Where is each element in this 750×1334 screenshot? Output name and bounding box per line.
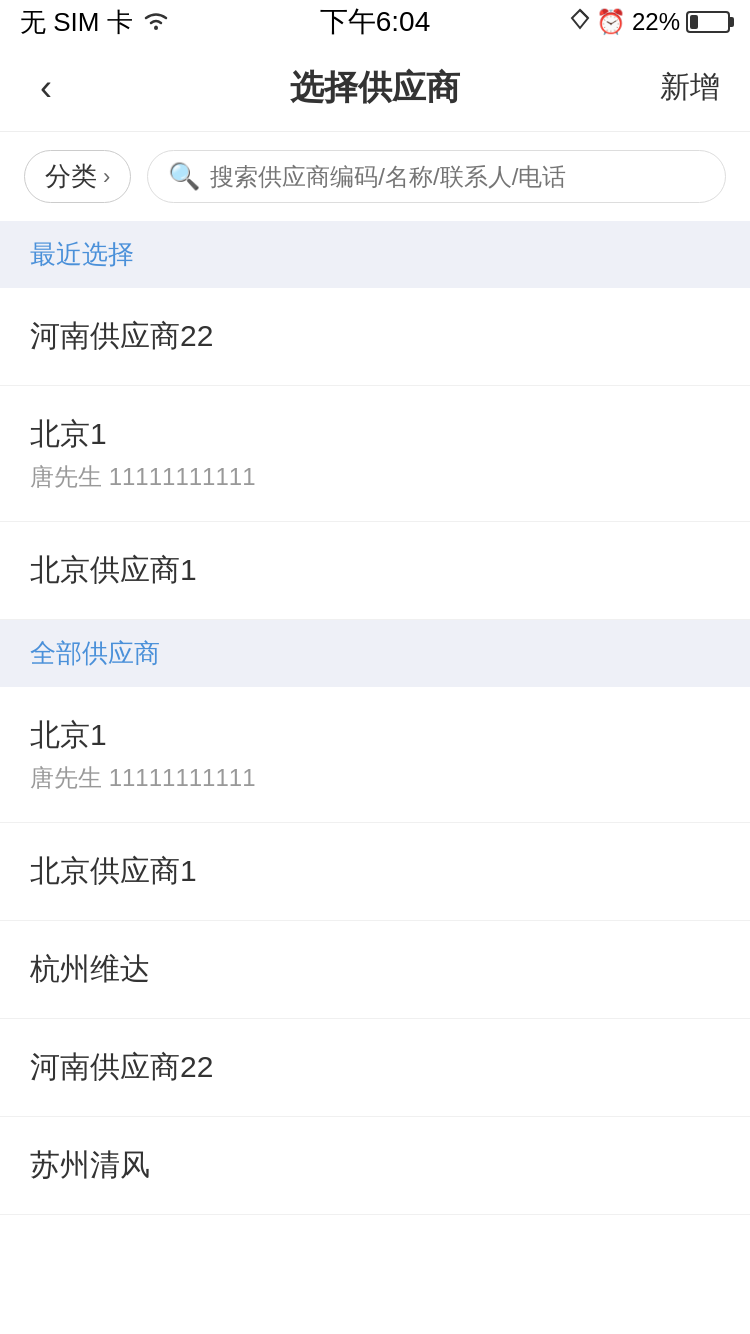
recent-list: 河南供应商22 北京1 唐先生 11111111111 北京供应商1 [0, 288, 750, 620]
search-input[interactable] [210, 163, 705, 191]
item-name: 杭州维达 [30, 949, 720, 990]
carrier-text: 无 SIM 卡 [20, 5, 133, 40]
list-item[interactable]: 杭州维达 [0, 921, 750, 1019]
list-item[interactable]: 河南供应商22 [0, 288, 750, 386]
list-item[interactable]: 北京1 唐先生 11111111111 [0, 386, 750, 522]
chevron-right-icon: › [103, 164, 110, 190]
item-sub: 唐先生 11111111111 [30, 461, 720, 493]
search-icon: 🔍 [168, 161, 200, 192]
item-name: 河南供应商22 [30, 1047, 720, 1088]
list-item[interactable]: 苏州清风 [0, 1117, 750, 1215]
category-button[interactable]: 分类 › [24, 150, 131, 203]
status-right: ⏰ 22% [570, 8, 730, 36]
page-title: 选择供应商 [290, 65, 460, 111]
location-icon [570, 8, 590, 36]
item-name: 苏州清风 [30, 1145, 720, 1186]
item-name: 河南供应商22 [30, 316, 720, 357]
status-time: 下午6:04 [320, 3, 431, 41]
all-section-header: 全部供应商 [0, 620, 750, 687]
list-item[interactable]: 北京供应商1 [0, 522, 750, 620]
recent-section-header: 最近选择 [0, 221, 750, 288]
item-name: 北京1 [30, 715, 720, 756]
wifi-icon [141, 7, 171, 38]
status-left: 无 SIM 卡 [20, 5, 171, 40]
list-item[interactable]: 河南供应商22 [0, 1019, 750, 1117]
battery-icon [686, 11, 730, 33]
list-item[interactable]: 北京供应商1 [0, 823, 750, 921]
back-button[interactable]: ‹ [30, 57, 62, 119]
nav-bar: ‹ 选择供应商 新增 [0, 44, 750, 132]
alarm-icon: ⏰ [596, 8, 626, 36]
all-section-title: 全部供应商 [30, 638, 160, 668]
recent-section-title: 最近选择 [30, 239, 134, 269]
search-box: 🔍 [147, 150, 726, 203]
filter-bar: 分类 › 🔍 [0, 132, 750, 221]
all-list: 北京1 唐先生 11111111111 北京供应商1 杭州维达 河南供应商22 … [0, 687, 750, 1215]
item-sub: 唐先生 11111111111 [30, 762, 720, 794]
item-name: 北京供应商1 [30, 851, 720, 892]
svg-point-0 [154, 26, 158, 30]
status-bar: 无 SIM 卡 下午6:04 ⏰ 22% [0, 0, 750, 44]
battery-percent: 22% [632, 8, 680, 36]
item-name: 北京1 [30, 414, 720, 455]
list-item[interactable]: 北京1 唐先生 11111111111 [0, 687, 750, 823]
item-name: 北京供应商1 [30, 550, 720, 591]
add-button[interactable]: 新增 [660, 67, 720, 108]
category-label: 分类 [45, 159, 97, 194]
